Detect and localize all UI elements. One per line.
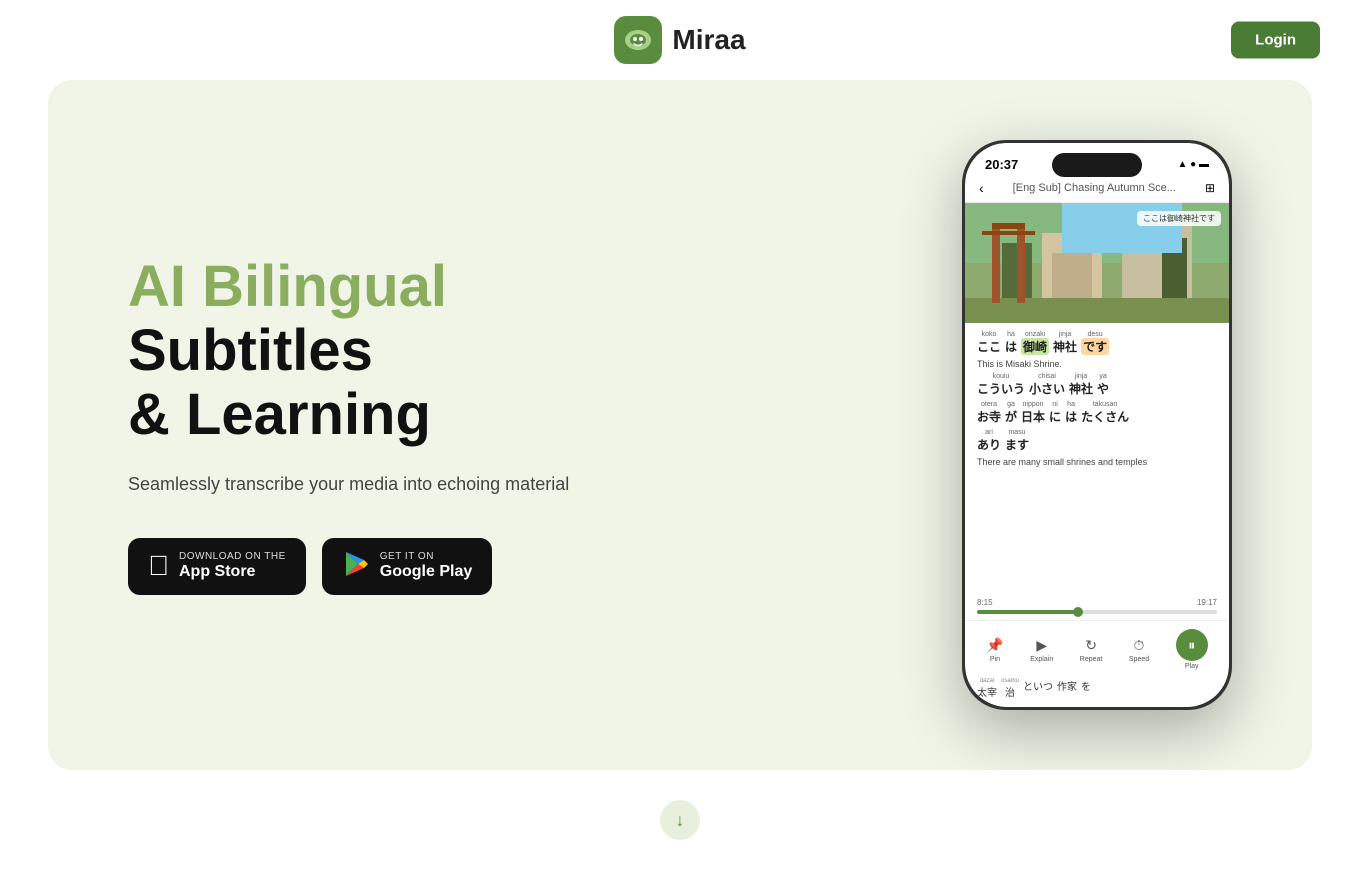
subtitle-line-2: kouiu こういう chisai 小さい jinja 神社 ya [977,373,1217,397]
hero-left: AI Bilingual Subtitles & Learning Seamle… [128,255,648,594]
subtitle-line-4: ari あり masu ます [977,429,1217,453]
phone-video: ここは御崎神社です [965,203,1229,323]
progress-time: 8:15 19:17 [977,598,1217,607]
header: Miraa Login [0,0,1360,80]
app-store-button[interactable]:  Download on the App Store [128,538,306,595]
time-end: 19:17 [1197,598,1217,607]
hero-title-line2: Subtitles [128,319,648,383]
scroll-indicator: ↓ [660,800,700,840]
login-button[interactable]: Login [1231,22,1320,59]
subtitle-word-onzaki: onzaki 御崎 [1021,331,1049,355]
ctrl-play-button[interactable]: ⏸ Play [1176,629,1208,670]
phone-screen: 20:37 ▲ ● ▬ ‹ [Eng Sub] Chasing Autumn S… [965,143,1229,707]
ctrl-play-label: Play [1185,663,1199,670]
phone-status-icons: ▲ ● ▬ [1178,159,1210,170]
google-play-text: GET IT ON Google Play [380,551,472,581]
logo-text: Miraa [672,24,745,56]
hero-right: 20:37 ▲ ● ▬ ‹ [Eng Sub] Chasing Autumn S… [962,140,1232,710]
hero-subtitle: Seamlessly transcribe your media into ec… [128,471,648,498]
subtitle-translation-1: This is Misaki Shrine. [977,359,1217,369]
subtitle-word-jinja2: jinja 神社 [1069,373,1093,397]
google-play-icon [342,550,370,583]
subtitle-word-desu: desu です [1081,331,1109,355]
phone-bottom-text: dazai 太宰 osamu 治 といつ 作家 [965,674,1229,707]
phone-nav-back[interactable]: ‹ [979,180,984,196]
google-play-big-label: Google Play [380,562,472,581]
hero-title-line3: & Learning [128,383,648,447]
subtitle-word-otera: otera お寺 [977,401,1001,425]
phone-video-overlay: ここは御崎神社です [1137,211,1221,226]
play-icon: ⏸ [1176,629,1208,661]
subtitle-line-1: koko ここ ha は onzaki 御崎 jinja [977,331,1217,355]
subtitle-word-ha: ha は [1005,331,1017,355]
app-store-small-label: Download on the [179,551,286,562]
ctrl-speed-button[interactable]: ⏱ Speed [1129,637,1149,663]
phone-nav: ‹ [Eng Sub] Chasing Autumn Sce... ⊞ [965,176,1229,203]
google-play-button[interactable]: GET IT ON Google Play [322,538,492,595]
repeat-icon: ↻ [1085,637,1097,654]
apple-icon:  [148,552,169,580]
subtitle-word-jinja: jinja 神社 [1053,331,1077,355]
pin-icon: 📌 [986,637,1003,654]
app-store-big-label: App Store [179,562,255,581]
explain-icon: ▶ [1036,637,1047,654]
progress-fill [977,610,1078,614]
subtitle-translation-2: There are many small shrines and temples [977,457,1217,467]
phone-time: 20:37 [985,157,1018,172]
subtitle-word-kouiu: kouiu こういう [977,373,1025,397]
hero-section: AI Bilingual Subtitles & Learning Seamle… [48,80,1312,770]
google-play-small-label: GET IT ON [380,551,434,562]
store-buttons:  Download on the App Store G [128,538,648,595]
progress-bar[interactable] [977,610,1217,614]
phone-notch [1052,153,1142,177]
subtitle-word-ya: ya や [1097,373,1109,397]
bottom-section: ↓ [0,770,1360,870]
phone-subtitle-content: koko ここ ha は onzaki 御崎 jinja [965,323,1229,592]
ctrl-pin-button[interactable]: 📌 Pin [986,637,1003,663]
ctrl-repeat-label: Repeat [1080,656,1103,663]
speed-icon: ⏱ [1134,637,1145,654]
progress-dot [1073,607,1083,617]
logo-icon [614,16,662,64]
phone-controls: 📌 Pin ▶ Explain ↻ Repeat ⏱ Speed [965,620,1229,674]
hero-title-line1: AI Bilingual [128,255,648,319]
phone-nav-title: [Eng Sub] Chasing Autumn Sce... [1013,182,1176,194]
logo-container: Miraa [614,16,745,64]
app-store-text: Download on the App Store [179,551,286,581]
phone-progress: 8:15 19:17 [965,592,1229,620]
phone-mockup: 20:37 ▲ ● ▬ ‹ [Eng Sub] Chasing Autumn S… [962,140,1232,710]
ctrl-repeat-button[interactable]: ↻ Repeat [1080,637,1103,663]
ctrl-pin-label: Pin [990,656,1000,663]
subtitle-word-chisai: chisai 小さい [1029,373,1065,397]
phone-nav-menu[interactable]: ⊞ [1205,181,1215,195]
hero-title: AI Bilingual Subtitles & Learning [128,255,648,446]
ctrl-explain-label: Explain [1030,656,1053,663]
subtitle-line-3: otera お寺 ga が nippon 日本 ni [977,401,1217,425]
ctrl-speed-label: Speed [1129,656,1149,663]
ctrl-explain-button[interactable]: ▶ Explain [1030,637,1053,663]
time-start: 8:15 [977,598,993,607]
subtitle-word-koko: koko ここ [977,331,1001,355]
